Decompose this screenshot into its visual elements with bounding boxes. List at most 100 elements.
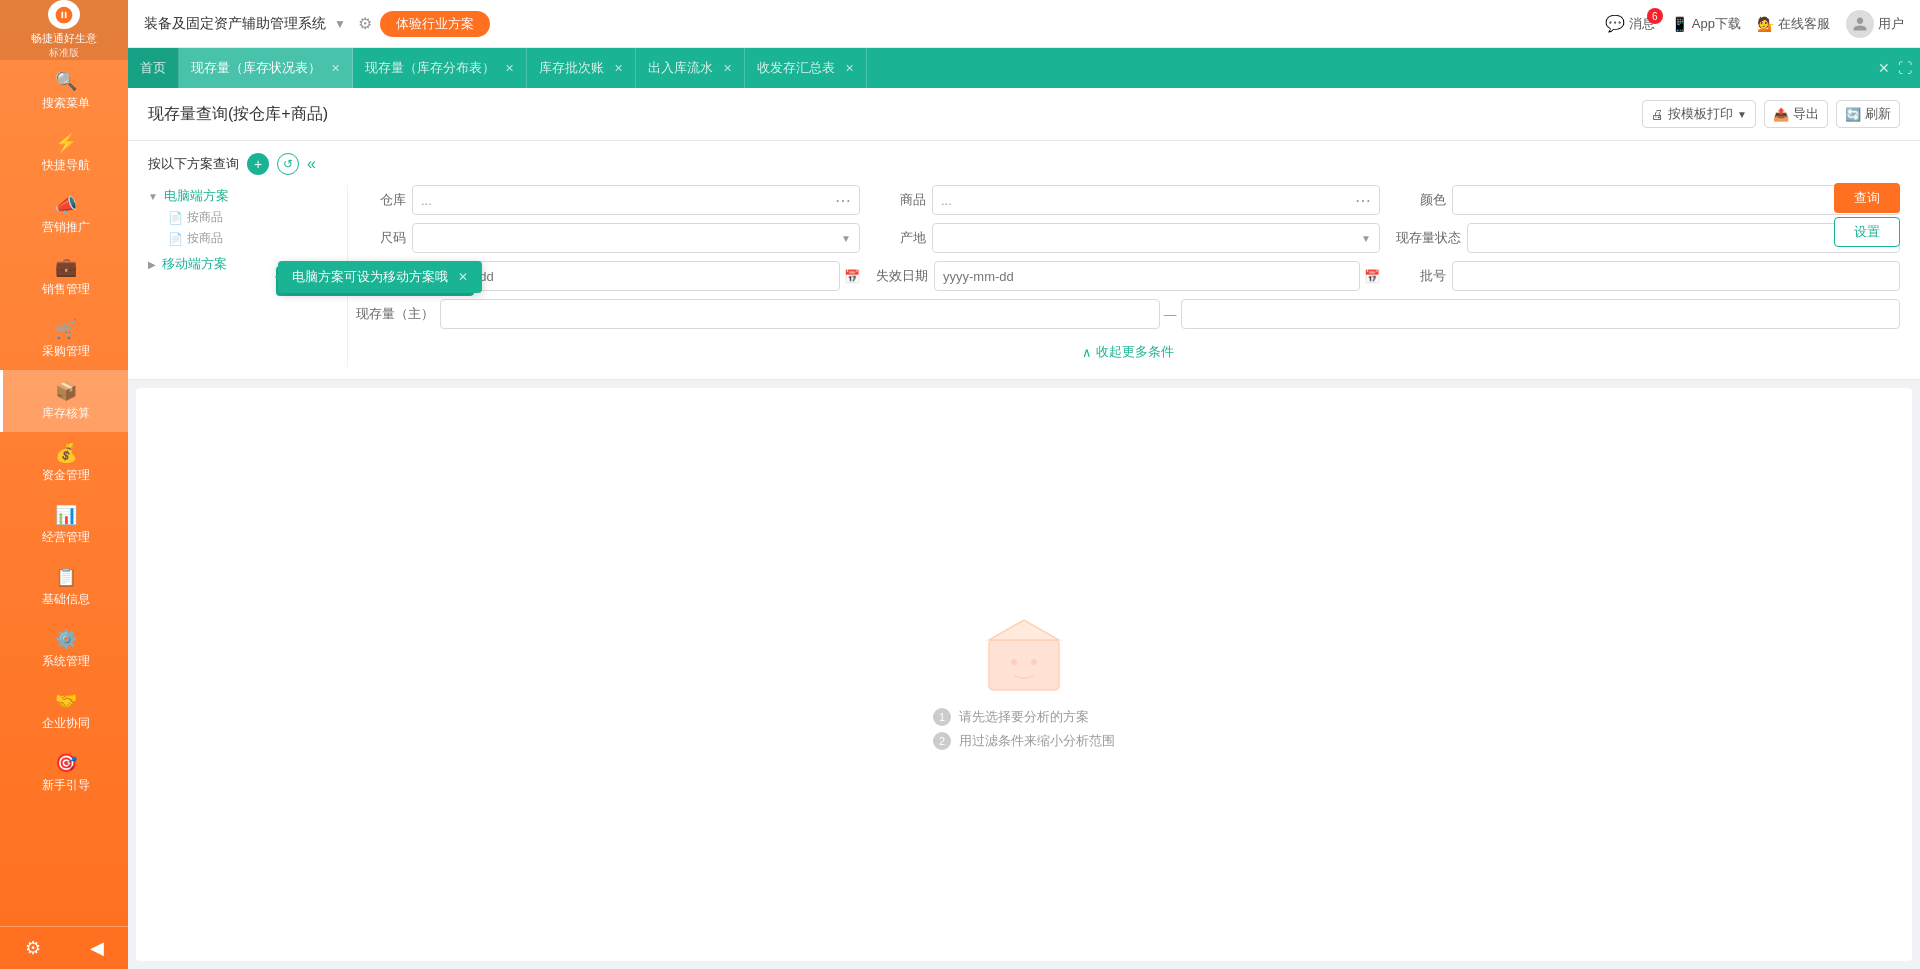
search-button[interactable]: 查询 [1834,183,1900,213]
sidebar-item-system[interactable]: ⚙️ 系统管理 [0,618,128,680]
desktop-scheme-sub: 📄 按商品 📄 按商品 [148,207,335,249]
stock-qty-range: — [440,299,1900,329]
search-icon: 🔍 [55,70,77,92]
expire-date-input[interactable] [934,261,1360,291]
page-actions: 🖨 按模板打印 ▼ 📤 导出 🔄 刷新 [1642,100,1900,128]
experience-button[interactable]: 体验行业方案 [380,11,490,37]
tab-close-inventory-dist[interactable]: ✕ [505,62,514,75]
sidebar-item-search[interactable]: 🔍 搜索菜单 [0,60,128,122]
app-download-action[interactable]: 📱 App下载 [1671,15,1741,33]
warehouse-select[interactable]: ... ⋯ [412,185,860,215]
sidebar-item-marketing[interactable]: 📣 营销推广 [0,184,128,246]
scheme-sub-item-2[interactable]: 📄 按商品 [168,228,335,249]
scheme-tooltip-text: 电脑方案可设为移动方案哦 [292,268,448,286]
sidebar-item-basic[interactable]: 📋 基础信息 [0,556,128,618]
sidebar-item-label: 销售管理 [42,281,90,298]
size-select[interactable]: ▼ [412,223,860,253]
filter-stock-qty: 现存量（主） — [356,299,1900,329]
refresh-button[interactable]: 🔄 刷新 [1836,100,1900,128]
refresh-label: 刷新 [1865,105,1891,123]
export-button[interactable]: 📤 导出 [1764,100,1828,128]
filter-add-button[interactable]: + [247,153,269,175]
sidebar-item-label: 采购管理 [42,343,90,360]
lightning-icon: ⚡ [55,132,77,154]
svg-point-3 [1031,659,1037,665]
system-dropdown-icon[interactable]: ▼ [334,17,346,31]
calendar-icon[interactable]: 📅 [844,269,860,284]
service-label: 在线客服 [1778,15,1830,33]
top-header: 装备及固定资产辅助管理系统 ▼ ⚙ 体验行业方案 💬 6 消息 📱 App下载 … [128,0,1920,48]
calendar-icon2[interactable]: 📅 [1364,269,1380,284]
reset-button[interactable]: 设置 [1834,217,1900,247]
sidebar-item-finance[interactable]: 💰 资金管理 [0,432,128,494]
goods-more-icon: ⋯ [1355,191,1371,210]
goods-select[interactable]: ... ⋯ [932,185,1380,215]
warehouse-placeholder: ... [421,193,432,208]
header-left: 装备及固定资产辅助管理系统 ▼ ⚙ 体验行业方案 [144,11,490,37]
message-icon: 💬 [1605,14,1625,33]
user-action[interactable]: 用户 [1846,10,1904,38]
phone-icon: 📱 [1671,16,1688,32]
stock-qty-min[interactable] [440,299,1160,329]
empty-illustration [964,600,1084,700]
sidebar-item-quick[interactable]: ⚡ 快捷导航 [0,122,128,184]
logo-text: 畅捷通好生意 [31,31,97,46]
tab-inout[interactable]: 出入库流水 ✕ [636,48,745,88]
tab-close-inout[interactable]: ✕ [723,62,732,75]
collapse-sidebar-icon[interactable]: ◀ [90,937,104,959]
chevron-down-icon3: ▼ [1361,233,1371,244]
print-button[interactable]: 🖨 按模板打印 ▼ [1642,100,1756,128]
tab-batch[interactable]: 库存批次账 ✕ [527,48,636,88]
settings-icon[interactable]: ⚙ [358,14,372,33]
tab-inventory-dist[interactable]: 现存量（库存分布表） ✕ [353,48,527,88]
search-buttons: 查询 设置 [1834,183,1900,247]
filter-refresh-button[interactable]: ↺ [277,153,299,175]
sidebar-item-inventory[interactable]: 📦 库存核算 [0,370,128,432]
sidebar-item-label: 资金管理 [42,467,90,484]
filter-arrow-button[interactable]: « [307,155,316,173]
money-icon: 💰 [55,442,77,464]
sidebar-item-sales[interactable]: 💼 销售管理 [0,246,128,308]
filter-origin: 产地 ▼ [876,223,1380,253]
color-select[interactable]: ▼ [1452,185,1900,215]
filter-color: 颜色 ▼ [1396,185,1900,215]
chevron-right-icon: ▼ [148,191,158,202]
sidebar-item-purchase[interactable]: 🛒 采购管理 [0,308,128,370]
origin-select[interactable]: ▼ [932,223,1380,253]
empty-hint-item-1: 1 请先选择要分析的方案 [933,708,1089,726]
message-action[interactable]: 💬 6 消息 [1605,14,1655,33]
tab-close-inventory-status[interactable]: ✕ [331,62,340,75]
tab-batch-label: 库存批次账 [539,59,604,77]
expire-date-input-wrap: 📅 [934,261,1380,291]
tab-collection[interactable]: 收发存汇总表 ✕ [745,48,867,88]
tab-close-all-icon[interactable]: ✕ [1878,60,1890,76]
scheme-sub-item-1[interactable]: 📄 按商品 [168,207,335,228]
tab-inventory-status[interactable]: 现存量（库存状况表） ✕ [179,48,353,88]
sidebar-item-label: 企业协同 [42,715,90,732]
stock-qty-max[interactable] [1181,299,1901,329]
filter-header: 按以下方案查询 + ↺ « 电脑方案可设为移动方案哦 ✕ [148,153,1900,175]
tab-home[interactable]: 首页 [128,48,179,88]
sidebar-item-guide[interactable]: 🎯 新手引导 [0,742,128,804]
stock-qty-label: 现存量（主） [356,305,434,323]
cart-icon: 🛒 [55,318,77,340]
logo-icon [48,0,80,29]
tab-close-batch[interactable]: ✕ [614,62,623,75]
tab-fullscreen-icon[interactable]: ⛶ [1898,60,1912,76]
scheme-tooltip-close[interactable]: ✕ [458,270,468,284]
desktop-scheme-header[interactable]: ▼ 电脑端方案 [148,185,335,207]
tab-close-collection[interactable]: ✕ [845,62,854,75]
sidebar-item-enterprise[interactable]: 🤝 企业协同 [0,680,128,742]
online-service-action[interactable]: 💁 在线客服 [1757,15,1830,33]
filter-label: 按以下方案查询 [148,155,239,173]
settings-bottom-icon[interactable]: ⚙ [25,937,41,959]
desktop-scheme-branch: ▼ 电脑端方案 📄 按商品 📄 按商品 [148,185,335,249]
batch-no-input[interactable] [1452,261,1900,291]
filter-row-2: 尺码 ▼ 产地 ▼ [356,223,1900,253]
sidebar-logo[interactable]: 畅捷通好生意 标准版 [0,0,128,60]
logo-sub: 标准版 [49,46,79,60]
chevron-down-icon2: ▼ [841,233,851,244]
sidebar-item-label: 新手引导 [42,777,90,794]
collapse-button[interactable]: ∧ 收起更多条件 [356,337,1900,367]
sidebar-item-operations[interactable]: 📊 经营管理 [0,494,128,556]
